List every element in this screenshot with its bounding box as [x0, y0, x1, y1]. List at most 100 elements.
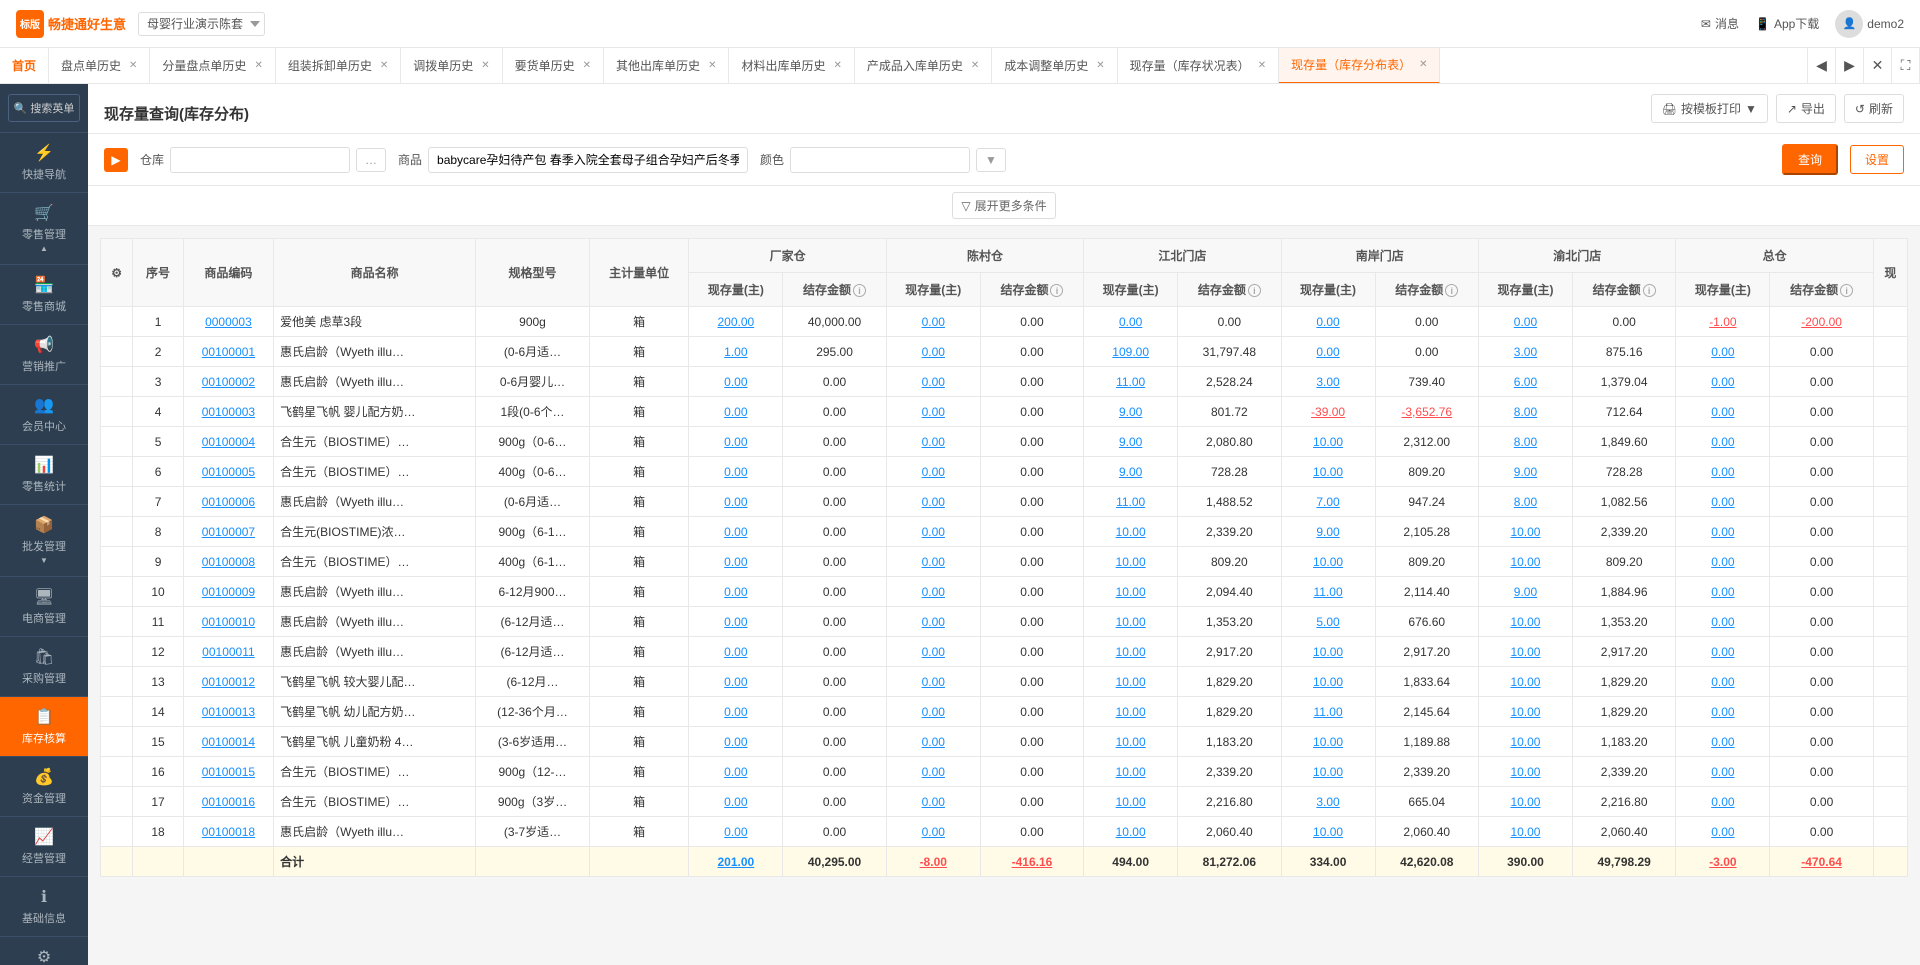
sidebar-item-retail-stats[interactable]: 📊 零售统计 [0, 445, 88, 505]
chevron-down-icon3: ▽ [961, 199, 970, 213]
sidebar-item-member[interactable]: 👥 会员中心 [0, 385, 88, 445]
page-actions: 🖨 按模板打印 ▼ ↗ 导出 ↺ 刷新 [1651, 94, 1904, 133]
tab-qita[interactable]: 其他出库单历史 ✕ [604, 48, 729, 84]
code-cell[interactable]: 00100004 [183, 427, 273, 457]
code-cell[interactable]: 00100009 [183, 577, 273, 607]
color-dropdown-btn[interactable]: ▼ [976, 148, 1006, 172]
code-cell[interactable]: 00100014 [183, 727, 273, 757]
nav-prev-btn[interactable]: ◀ [1808, 48, 1836, 84]
close-tab-chengpin[interactable]: ✕ [971, 60, 979, 71]
sidebar-item-purchase[interactable]: 🛍 采购管理 [0, 637, 88, 697]
app-download-btn[interactable]: 📱 App下载 [1755, 15, 1819, 32]
sidebar-item-ecommerce[interactable]: 🖥 电商管理 [0, 577, 88, 637]
code-cell[interactable]: 00100013 [183, 697, 273, 727]
sidebar-item-basic[interactable]: ℹ 基础信息 [0, 877, 88, 937]
nav-fullscreen-btn[interactable]: ⛶ [1892, 48, 1920, 84]
close-tab-diaobo[interactable]: ✕ [481, 60, 489, 71]
code-cell[interactable]: 00100007 [183, 517, 273, 547]
color-input[interactable] [790, 147, 970, 173]
info-icon-na[interactable]: i [1445, 284, 1458, 297]
code-cell[interactable]: 00100010 [183, 607, 273, 637]
expand-conditions-btn[interactable]: ▽ 展开更多条件 [952, 192, 1055, 219]
col-name: 商品名称 [274, 239, 476, 307]
code-cell[interactable]: 00100012 [183, 667, 273, 697]
tab-fenpandian[interactable]: 分量盘点单历史 ✕ [150, 48, 275, 84]
table-row: 2 00100001 惠氏启龄（Wyeth illu… (0-6月适… 箱 1.… [101, 337, 1908, 367]
code-cell[interactable]: 00100011 [183, 637, 273, 667]
tenant-selector[interactable]: 母婴行业演示陈套 [138, 12, 265, 36]
close-tab-cailiao[interactable]: ✕ [833, 60, 841, 71]
collapse-btn[interactable]: ▶ [104, 148, 128, 172]
info-icon-cx[interactable]: i [1050, 284, 1063, 297]
tab-cailiao[interactable]: 材料出库单历史 ✕ [729, 48, 854, 84]
sidebar-item-finance[interactable]: 💰 资金管理 [0, 757, 88, 817]
code-cell[interactable]: 00100016 [183, 787, 273, 817]
system-icon: ⚙ [4, 947, 84, 965]
export-btn[interactable]: ↗ 导出 [1776, 94, 1836, 123]
nav-close-all-btn[interactable]: ✕ [1864, 48, 1892, 84]
close-tab-zuhe[interactable]: ✕ [380, 60, 388, 71]
code-cell[interactable]: 00100008 [183, 547, 273, 577]
query-btn[interactable]: 查询 [1782, 144, 1838, 175]
ecommerce-icon: 🖥 [4, 587, 84, 607]
sidebar-item-marketing[interactable]: 📢 营销推广 [0, 325, 88, 385]
tab-chengben[interactable]: 成本调整单历史 ✕ [992, 48, 1117, 84]
goods-label: 商品 [398, 151, 422, 168]
tab-xiancunzhuang[interactable]: 现存量（库存状况表） ✕ [1118, 48, 1279, 84]
col-na-stock: 现存量(主) [1281, 273, 1375, 307]
sidebar-item-inventory[interactable]: 📋 库存核算 [0, 697, 88, 757]
close-tab-yaohuo[interactable]: ✕ [583, 60, 591, 71]
close-tab-chengben[interactable]: ✕ [1096, 60, 1104, 71]
tab-diaobo[interactable]: 调拨单历史 ✕ [401, 48, 502, 84]
sidebar: 🔍 搜索英单 ⚡ 快捷导航 🛒 零售管理 ▲ 🏪 零售商城 📢 营销推广 👥 会… [0, 84, 88, 965]
refresh-btn[interactable]: ↺ 刷新 [1844, 94, 1904, 123]
table-row: 18 00100018 惠氏启龄（Wyeth illu… (3-7岁适… 箱 0… [101, 817, 1908, 847]
close-tab-xiancunfen[interactable]: ✕ [1419, 59, 1427, 70]
close-tab-xiancunzhuang[interactable]: ✕ [1258, 60, 1266, 71]
code-cell[interactable]: 00100003 [183, 397, 273, 427]
setting-btn[interactable]: 设置 [1850, 145, 1904, 174]
col-spec: 规格型号 [476, 239, 590, 307]
tab-chengpin[interactable]: 产成品入库单历史 ✕ [855, 48, 992, 84]
info-icon-jb[interactable]: i [1248, 284, 1261, 297]
close-tab-pandian[interactable]: ✕ [129, 60, 137, 71]
table-container: ⚙ 序号 商品编码 商品名称 规格型号 主计量单位 厂家仓 陈村仓 江北门店 南… [88, 226, 1920, 877]
code-cell[interactable]: 00100002 [183, 367, 273, 397]
code-cell[interactable]: 00100018 [183, 817, 273, 847]
info-icon-yb[interactable]: i [1643, 284, 1656, 297]
sidebar-item-system[interactable]: ⚙ 系统管理 [0, 937, 88, 965]
code-cell[interactable]: 0000003 [183, 307, 273, 337]
print-btn[interactable]: 🖨 按模板打印 ▼ [1651, 94, 1768, 123]
code-cell[interactable]: 00100006 [183, 487, 273, 517]
close-tab-fenpandian[interactable]: ✕ [254, 60, 262, 71]
tab-home[interactable]: 首页 [0, 48, 49, 84]
avatar: 👤 [1835, 10, 1863, 38]
warehouse-select-btn[interactable]: … [356, 148, 386, 172]
info-icon-fac[interactable]: i [853, 284, 866, 297]
tab-pandian[interactable]: 盘点单历史 ✕ [49, 48, 150, 84]
code-cell[interactable]: 00100015 [183, 757, 273, 787]
sidebar-item-quicknav[interactable]: ⚡ 快捷导航 [0, 133, 88, 193]
goods-input[interactable] [428, 147, 748, 173]
message-btn[interactable]: ✉ 消息 [1701, 15, 1739, 32]
sidebar-item-operations[interactable]: 📈 经营管理 [0, 817, 88, 877]
col-group-yb: 渝北门店 [1479, 239, 1676, 273]
sidebar-item-retail[interactable]: 🛒 零售管理 ▲ [0, 193, 88, 265]
code-cell[interactable]: 00100001 [183, 337, 273, 367]
member-icon: 👥 [4, 395, 84, 415]
nav-next-btn[interactable]: ▶ [1836, 48, 1864, 84]
tab-zuhe[interactable]: 组装拆卸单历史 ✕ [276, 48, 401, 84]
sidebar-item-wholesale[interactable]: 📦 批发管理 ▼ [0, 505, 88, 577]
code-cell[interactable]: 00100005 [183, 457, 273, 487]
tab-yaohuo[interactable]: 要货单历史 ✕ [503, 48, 604, 84]
col-group-cx: 陈村仓 [886, 239, 1083, 273]
col-yb-stock: 现存量(主) [1479, 273, 1573, 307]
user-menu[interactable]: 👤 demo2 [1835, 10, 1904, 38]
col-settings[interactable]: ⚙ [101, 239, 133, 307]
sidebar-search-btn[interactable]: 🔍 搜索英单 [8, 94, 80, 122]
sidebar-item-mall[interactable]: 🏪 零售商城 [0, 265, 88, 325]
info-icon-total[interactable]: i [1840, 284, 1853, 297]
close-tab-qita[interactable]: ✕ [708, 60, 716, 71]
warehouse-input[interactable] [170, 147, 350, 173]
tab-xiancunfen[interactable]: 现存量（库存分布表） ✕ [1279, 48, 1440, 84]
